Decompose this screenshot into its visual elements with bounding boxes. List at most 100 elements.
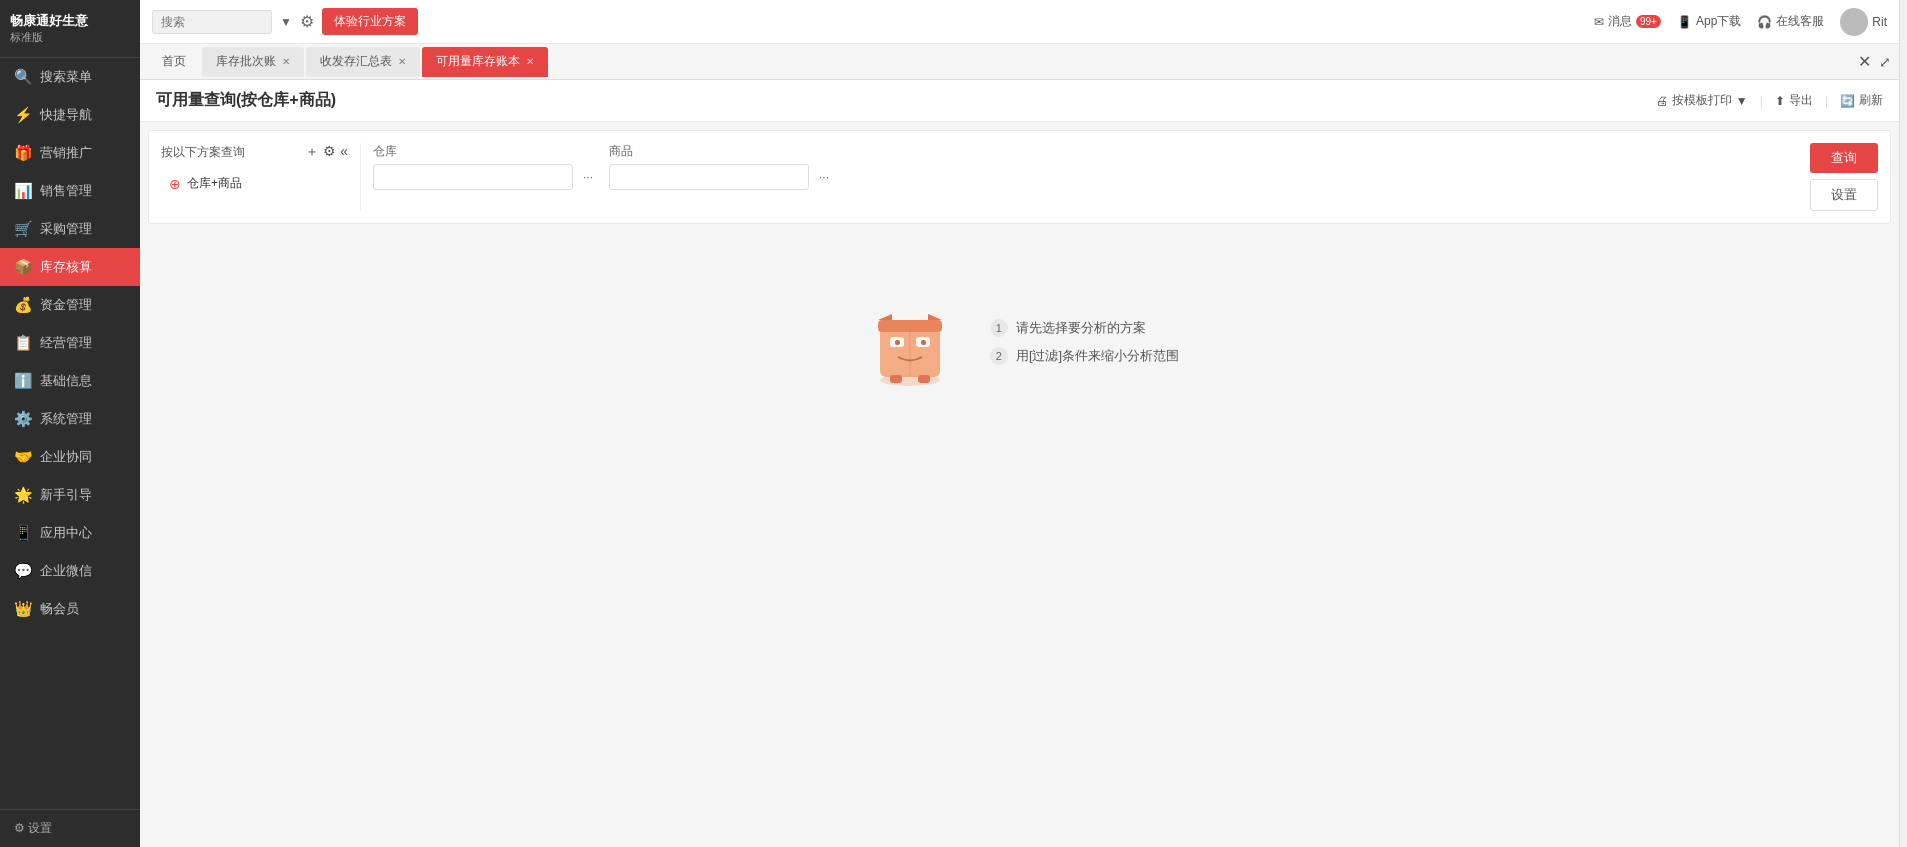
tab-home[interactable]: 首页 <box>148 47 200 77</box>
app-download-item[interactable]: 📱 App下载 <box>1677 13 1741 30</box>
new_guide-icon: 🌟 <box>14 486 32 504</box>
export-button[interactable]: ⬆ 导出 <box>1775 92 1813 109</box>
sidebar-item-shortcut[interactable]: ⚡ 快捷导航 <box>0 96 140 134</box>
sidebar-item-label-marketing_push: 营销推广 <box>40 144 92 162</box>
sidebar-item-finance_mgmt[interactable]: 💰 资金管理 <box>0 286 140 324</box>
industry-solution-button[interactable]: 体验行业方案 <box>322 8 418 35</box>
collapse-scheme-button[interactable]: « <box>340 143 348 161</box>
filter-actions: 查询 设置 <box>1810 143 1878 211</box>
tab-close-available_ledger[interactable]: ✕ <box>526 56 534 67</box>
tab-expand-button[interactable]: ⤢ <box>1879 54 1891 70</box>
sidebar-item-ops_mgmt[interactable]: 📋 经营管理 <box>0 324 140 362</box>
sidebar-item-enterprise_wechat[interactable]: 💬 企业微信 <box>0 552 140 590</box>
hint-item-2: 2 用[过滤]条件来缩小分析范围 <box>990 347 1179 365</box>
avatar <box>1840 8 1868 36</box>
sidebar-item-app_center[interactable]: 📱 应用中心 <box>0 514 140 552</box>
app-download-label: App下载 <box>1696 13 1741 30</box>
svg-rect-9 <box>918 375 930 383</box>
message-label: 消息 <box>1608 13 1632 30</box>
warehouse-input[interactable] <box>373 164 573 190</box>
sidebar: 畅康通好生意 标准版 🔍 搜索菜单 ⚡ 快捷导航 🎁 营销推广 📊 销售管理 🛒… <box>0 0 140 847</box>
content-area: 可用量查询(按仓库+商品) 🖨 按模板打印 ▼ | ⬆ 导出 | 🔄 刷新 <box>140 80 1899 847</box>
product-input[interactable] <box>609 164 809 190</box>
filter-scheme-label: 按以下方案查询 <box>161 144 245 161</box>
sidebar-item-label-sales_mgmt: 销售管理 <box>40 182 92 200</box>
basic_info-icon: ℹ️ <box>14 372 32 390</box>
scheme-label: 仓库+商品 <box>187 175 242 192</box>
sidebar-item-sales_mgmt[interactable]: 📊 销售管理 <box>0 172 140 210</box>
inventory_calc-icon: 📦 <box>14 258 32 276</box>
filter-fields: 仓库 ··· 商品 ··· <box>373 143 1798 211</box>
page-title: 可用量查询(按仓库+商品) <box>156 90 336 111</box>
tab-close-collect_summary[interactable]: ✕ <box>398 56 406 67</box>
marketing_push-icon: 🎁 <box>14 144 32 162</box>
sidebar-item-purchase_mgmt[interactable]: 🛒 采购管理 <box>0 210 140 248</box>
scheme-icon: ⊕ <box>169 176 181 192</box>
print-template-button[interactable]: 🖨 按模板打印 ▼ <box>1656 92 1748 109</box>
tab-available_ledger[interactable]: 可用量库存账本✕ <box>422 47 548 77</box>
tab-collect_summary[interactable]: 收发存汇总表 ✕ <box>306 47 420 77</box>
product-input-row: ··· <box>609 164 829 190</box>
refresh-button[interactable]: 🔄 刷新 <box>1840 92 1883 109</box>
filter-settings-button[interactable]: 设置 <box>1810 179 1878 211</box>
warehouse-more-button[interactable]: ··· <box>583 170 593 184</box>
sidebar-footer[interactable]: ⚙ 设置 <box>0 809 140 847</box>
purchase_mgmt-icon: 🛒 <box>14 220 32 238</box>
sys_mgmt-icon: ⚙️ <box>14 410 32 428</box>
topbar-dropdown-icon[interactable]: ▼ <box>280 15 292 29</box>
sidebar-item-inventory_calc[interactable]: 📦 库存核算 <box>0 248 140 286</box>
page-header-actions: 🖨 按模板打印 ▼ | ⬆ 导出 | 🔄 刷新 <box>1656 92 1883 109</box>
svg-rect-8 <box>890 375 902 383</box>
tabs-bar: 首页库存批次账✕收发存汇总表✕可用量库存账本✕ ✕ ⤢ <box>140 44 1899 80</box>
hint-num-2: 2 <box>990 347 1008 365</box>
message-item[interactable]: ✉ 消息 99+ <box>1594 13 1661 30</box>
topbar-search-input[interactable] <box>152 10 272 34</box>
right-scrollbar[interactable] <box>1899 0 1907 847</box>
edit-scheme-button[interactable]: ⚙ <box>323 143 336 161</box>
sidebar-item-label-finance_mgmt: 资金管理 <box>40 296 92 314</box>
sidebar-item-label-app_center: 应用中心 <box>40 524 92 542</box>
enterprise_collab-icon: 🤝 <box>14 448 32 466</box>
customer-service-item[interactable]: 🎧 在线客服 <box>1757 13 1824 30</box>
tab-close-button[interactable]: ✕ <box>1858 52 1871 71</box>
print-icon: 🖨 <box>1656 94 1668 108</box>
product-label: 商品 <box>609 143 829 160</box>
user-avatar-item[interactable]: Rit <box>1840 8 1887 36</box>
filter-scheme-header: 按以下方案查询 ＋ ⚙ « <box>161 143 348 161</box>
print-dropdown-icon[interactable]: ▼ <box>1736 94 1748 108</box>
sidebar-header: 畅康通好生意 标准版 <box>0 0 140 58</box>
separator-1: | <box>1760 94 1763 108</box>
sidebar-item-basic_info[interactable]: ℹ️ 基础信息 <box>0 362 140 400</box>
customer-service-label: 在线客服 <box>1776 13 1824 30</box>
sidebar-item-vip[interactable]: 👑 畅会员 <box>0 590 140 628</box>
sidebar-item-sys_mgmt[interactable]: ⚙️ 系统管理 <box>0 400 140 438</box>
tab-label-batch_account: 库存批次账 <box>216 53 276 70</box>
sidebar-item-new_guide[interactable]: 🌟 新手引导 <box>0 476 140 514</box>
sidebar-item-label-shortcut: 快捷导航 <box>40 106 92 124</box>
user-name: Rit <box>1872 15 1887 29</box>
add-scheme-button[interactable]: ＋ <box>305 143 319 161</box>
topbar: ▼ ⚙ 体验行业方案 ✉ 消息 99+ 📱 App下载 🎧 在线客服 Rit <box>140 0 1899 44</box>
app_center-icon: 📱 <box>14 524 32 542</box>
tab-close-batch_account[interactable]: ✕ <box>282 56 290 67</box>
empty-illustration <box>860 292 960 392</box>
topbar-gear-icon[interactable]: ⚙ <box>300 12 314 31</box>
sidebar-item-marketing_push[interactable]: 🎁 营销推广 <box>0 134 140 172</box>
message-badge: 99+ <box>1636 15 1661 28</box>
page-header: 可用量查询(按仓库+商品) 🖨 按模板打印 ▼ | ⬆ 导出 | 🔄 刷新 <box>140 80 1899 122</box>
sidebar-item-search[interactable]: 🔍 搜索菜单 <box>0 58 140 96</box>
svg-rect-5 <box>895 340 900 345</box>
scheme-warehouse-product[interactable]: ⊕ 仓库+商品 <box>161 169 348 198</box>
filter-field-warehouse: 仓库 ··· <box>373 143 593 190</box>
empty-hints: 1 请先选择要分析的方案 2 用[过滤]条件来缩小分析范围 <box>990 319 1179 365</box>
product-more-button[interactable]: ··· <box>819 170 829 184</box>
sidebar-item-label-basic_info: 基础信息 <box>40 372 92 390</box>
tab-label-collect_summary: 收发存汇总表 <box>320 53 392 70</box>
app-sub: 标准版 <box>10 30 130 45</box>
separator-2: | <box>1825 94 1828 108</box>
query-button[interactable]: 查询 <box>1810 143 1878 173</box>
topbar-right: ✉ 消息 99+ 📱 App下载 🎧 在线客服 Rit <box>1594 8 1887 36</box>
sales_mgmt-icon: 📊 <box>14 182 32 200</box>
sidebar-item-enterprise_collab[interactable]: 🤝 企业协同 <box>0 438 140 476</box>
tab-batch_account[interactable]: 库存批次账 ✕ <box>202 47 304 77</box>
